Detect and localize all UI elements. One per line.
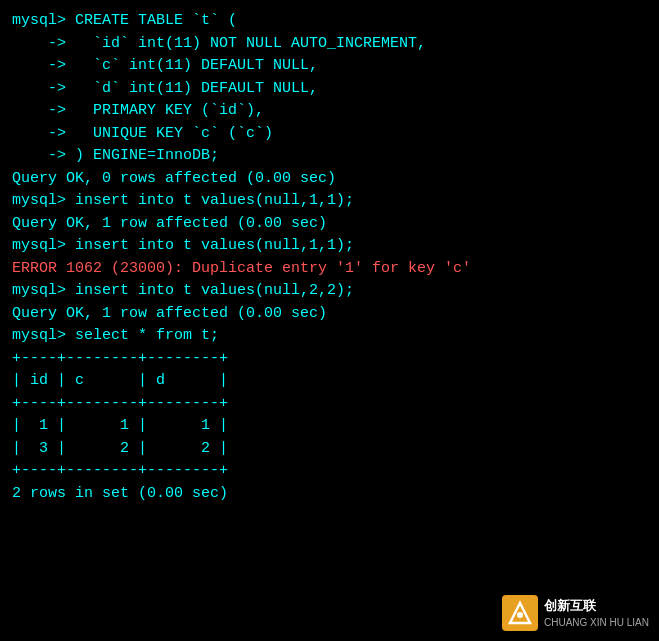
terminal-line: mysql> CREATE TABLE `t` ( bbox=[12, 10, 647, 33]
terminal-line: mysql> insert into t values(null,2,2); bbox=[12, 280, 647, 303]
terminal-line: 2 rows in set (0.00 sec) bbox=[12, 483, 647, 506]
terminal-line: mysql> select * from t; bbox=[12, 325, 647, 348]
terminal-line: -> ) ENGINE=InnoDB; bbox=[12, 145, 647, 168]
watermark-company-name: 创新互联 bbox=[544, 596, 649, 616]
terminal-line: -> UNIQUE KEY `c` (`c`) bbox=[12, 123, 647, 146]
terminal-window: mysql> CREATE TABLE `t` ( -> `id` int(11… bbox=[0, 0, 659, 641]
terminal-line: Query OK, 1 row affected (0.00 sec) bbox=[12, 213, 647, 236]
watermark-logo bbox=[502, 595, 538, 631]
watermark-company-pinyin: CHUANG XIN HU LIAN bbox=[544, 615, 649, 630]
terminal-line: ERROR 1062 (23000): Duplicate entry '1' … bbox=[12, 258, 647, 281]
terminal-line: -> PRIMARY KEY (`id`), bbox=[12, 100, 647, 123]
terminal-line: +----+--------+--------+ bbox=[12, 460, 647, 483]
terminal-line: | 1 | 1 | 1 | bbox=[12, 415, 647, 438]
terminal-line: -> `d` int(11) DEFAULT NULL, bbox=[12, 78, 647, 101]
terminal-line: +----+--------+--------+ bbox=[12, 393, 647, 416]
terminal-line: | 3 | 2 | 2 | bbox=[12, 438, 647, 461]
watermark: 创新互联 CHUANG XIN HU LIAN bbox=[502, 595, 649, 631]
terminal-line: Query OK, 1 row affected (0.00 sec) bbox=[12, 303, 647, 326]
svg-point-1 bbox=[517, 612, 523, 618]
terminal-line: -> `c` int(11) DEFAULT NULL, bbox=[12, 55, 647, 78]
terminal-line: -> `id` int(11) NOT NULL AUTO_INCREMENT, bbox=[12, 33, 647, 56]
terminal-line: | id | c | d | bbox=[12, 370, 647, 393]
watermark-text-block: 创新互联 CHUANG XIN HU LIAN bbox=[544, 596, 649, 631]
terminal-line: +----+--------+--------+ bbox=[12, 348, 647, 371]
terminal-line: Query OK, 0 rows affected (0.00 sec) bbox=[12, 168, 647, 191]
terminal-line: mysql> insert into t values(null,1,1); bbox=[12, 190, 647, 213]
terminal-line: mysql> insert into t values(null,1,1); bbox=[12, 235, 647, 258]
